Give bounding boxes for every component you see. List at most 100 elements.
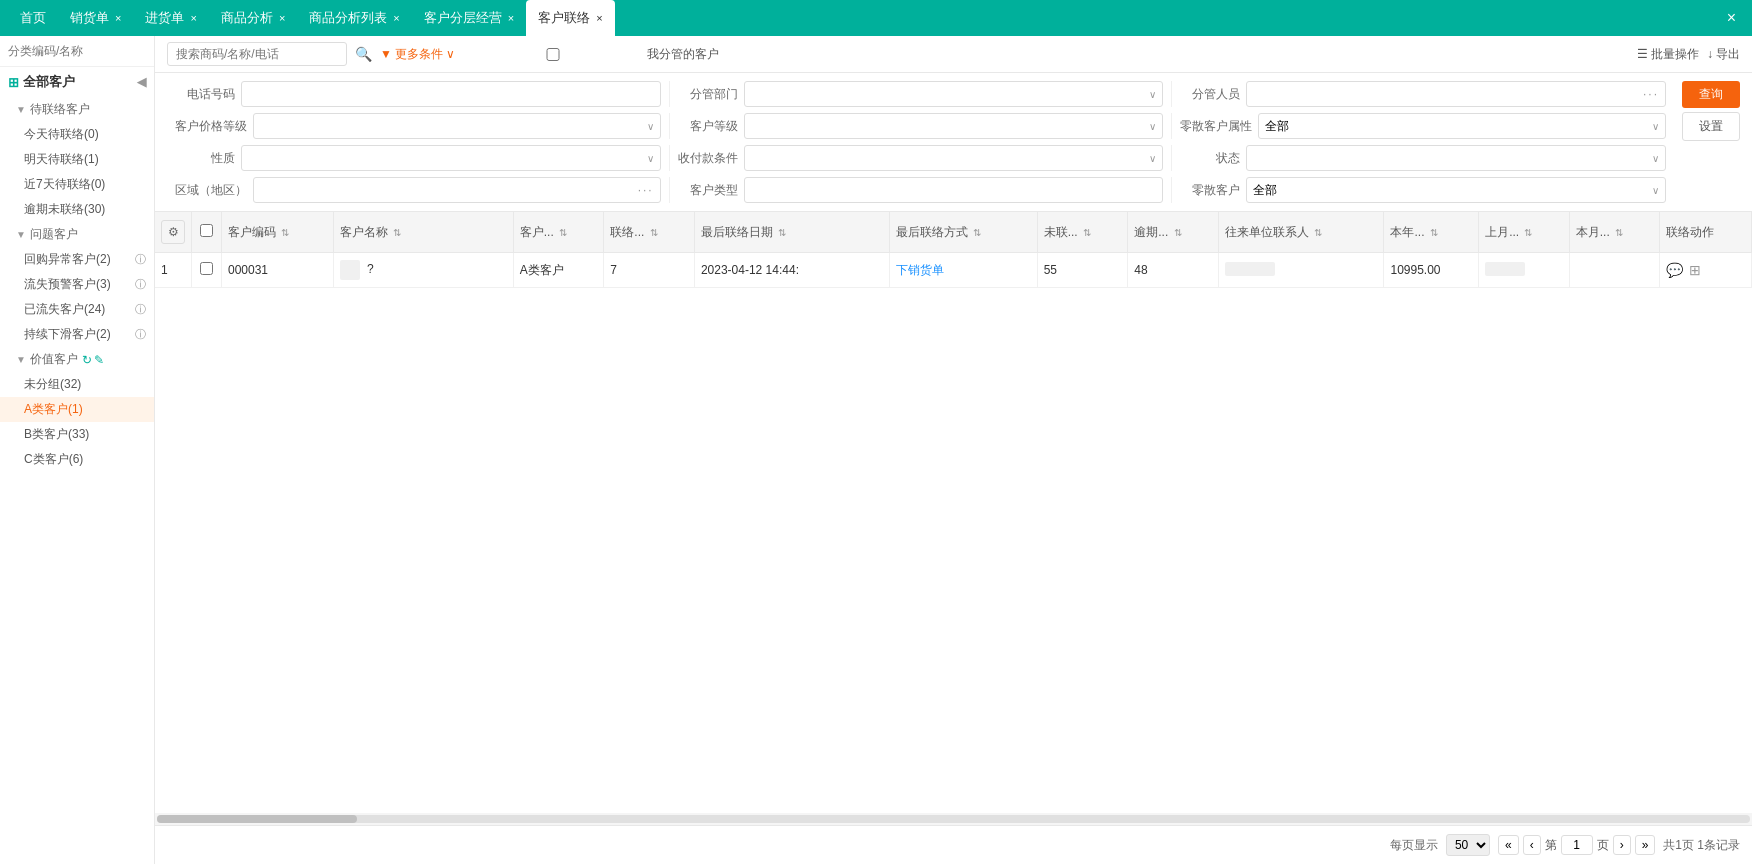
horizontal-scrollbar[interactable] [155, 813, 1752, 825]
retail-select[interactable]: 全部 ∨ [1246, 177, 1666, 203]
last-method-link[interactable]: 下销货单 [896, 263, 944, 277]
refresh-icon[interactable]: ↻ [82, 353, 92, 367]
sidebar-item-7days[interactable]: 近7天待联络(0) [0, 172, 154, 197]
sort-overdue-icon: ⇅ [1174, 227, 1182, 238]
edit-icon[interactable]: ✎ [94, 353, 104, 367]
col-overdue[interactable]: 逾期... ⇅ [1128, 212, 1219, 253]
select-all-checkbox[interactable] [200, 224, 213, 237]
price-level-select[interactable]: ∨ [253, 113, 661, 139]
col-no: ⚙ [155, 212, 192, 253]
sidebar-item-today[interactable]: 今天待联络(0) [0, 122, 154, 147]
message-icon[interactable]: 💬 [1666, 262, 1683, 278]
sidebar-group-value[interactable]: ▼ 价值客户 ↻ ✎ [0, 347, 154, 372]
payment-arrow-icon: ∨ [1149, 153, 1156, 164]
col-last-month[interactable]: 上月... ⇅ [1479, 212, 1570, 253]
sidebar-item-a-class[interactable]: A类客户(1) [0, 397, 154, 422]
close-tab-purchase[interactable]: × [190, 12, 196, 24]
page-info: 共1页 1条记录 [1663, 837, 1740, 854]
retail-attr-select[interactable]: 全部 ∨ [1258, 113, 1666, 139]
nav-tab-purchase[interactable]: 进货单 × [133, 0, 208, 36]
nav-tab-customer-contact[interactable]: 客户联络 × [526, 0, 614, 36]
sidebar-item-repurchase-abnormal[interactable]: 回购异常客户(2) ⓘ [0, 247, 154, 272]
col-last-method[interactable]: 最后联络方式 ⇅ [890, 212, 1038, 253]
nav-tab-sales[interactable]: 销货单 × [58, 0, 133, 36]
page-size-select[interactable]: 50 [1446, 834, 1490, 856]
link-icon[interactable]: ⊞ [1689, 262, 1701, 278]
col-this-year[interactable]: 本年... ⇅ [1384, 212, 1479, 253]
dept-select[interactable]: ∨ [744, 81, 1164, 107]
status-select[interactable]: ∨ [1246, 145, 1666, 171]
search-btn-icon[interactable]: 🔍 [355, 46, 372, 62]
nature-select[interactable]: ∨ [241, 145, 661, 171]
col-this-month[interactable]: 本月... ⇅ [1569, 212, 1660, 253]
batch-op-btn[interactable]: ☰ 批量操作 [1637, 46, 1699, 63]
close-tab-customer-contact[interactable]: × [596, 12, 602, 24]
setting-btn[interactable]: 设置 [1682, 112, 1740, 141]
manager-dots-icon[interactable]: ··· [1643, 87, 1659, 101]
my-customers-checkbox[interactable]: 我分管的客户 [463, 46, 719, 63]
region-input[interactable]: ··· [253, 177, 661, 203]
close-tab-customer-segment[interactable]: × [508, 12, 514, 24]
sort-type-icon: ⇅ [559, 227, 567, 238]
row-select-checkbox[interactable] [200, 262, 213, 275]
row-no: 1 [155, 253, 192, 288]
sidebar-all-customers[interactable]: ⊞ 全部客户 ◀ [0, 67, 154, 97]
col-unit-contact[interactable]: 往来单位联系人 ⇅ [1218, 212, 1384, 253]
dept-arrow-icon: ∨ [1149, 89, 1156, 100]
my-customers-check[interactable] [463, 48, 643, 61]
query-btn[interactable]: 查询 [1682, 81, 1740, 108]
price-level-label: 客户价格等级 [175, 118, 247, 135]
col-code[interactable]: 客户编码 ⇅ [222, 212, 334, 253]
customer-level-select[interactable]: ∨ [744, 113, 1164, 139]
filter-more-btn[interactable]: ▼ 更多条件 ∨ [380, 46, 455, 63]
nav-tab-customer-segment[interactable]: 客户分层经营 × [412, 0, 526, 36]
close-tab-product-analysis[interactable]: × [279, 12, 285, 24]
filter-icon: ▼ [380, 47, 392, 61]
info-icon-1: ⓘ [135, 277, 146, 292]
phone-input[interactable] [241, 81, 661, 107]
sidebar-collapse-btn[interactable]: ◀ [137, 75, 146, 89]
close-all-btn[interactable]: × [1719, 9, 1744, 27]
sidebar-item-declining[interactable]: 持续下滑客户(2) ⓘ [0, 322, 154, 347]
sidebar-item-c-class[interactable]: C类客户(6) [0, 447, 154, 472]
close-tab-sales[interactable]: × [115, 12, 121, 24]
close-tab-product-list[interactable]: × [393, 12, 399, 24]
search-input[interactable] [167, 42, 347, 66]
first-page-btn[interactable]: « [1498, 835, 1519, 855]
sidebar-group-pending[interactable]: ▼ 待联络客户 [0, 97, 154, 122]
export-icon: ↓ [1707, 47, 1713, 61]
sidebar-item-b-class[interactable]: B类客户(33) [0, 422, 154, 447]
sidebar-item-churn-warning[interactable]: 流失预警客户(3) ⓘ [0, 272, 154, 297]
col-contact[interactable]: 联络... ⇅ [604, 212, 695, 253]
row-unit-contact [1218, 253, 1384, 288]
nature-label: 性质 [175, 150, 235, 167]
sidebar-item-tomorrow[interactable]: 明天待联络(1) [0, 147, 154, 172]
nav-tab-product-analysis[interactable]: 商品分析 × [209, 0, 297, 36]
col-uncontact[interactable]: 未联... ⇅ [1037, 212, 1128, 253]
export-btn[interactable]: ↓ 导出 [1707, 46, 1740, 63]
status-label: 状态 [1180, 150, 1240, 167]
filter-right-actions: ☰ 批量操作 ↓ 导出 [1637, 46, 1740, 63]
nav-home[interactable]: 首页 [8, 9, 58, 27]
payment-select[interactable]: ∨ [744, 145, 1164, 171]
col-checkbox [192, 212, 222, 253]
col-type[interactable]: 客户... ⇅ [513, 212, 604, 253]
page-input[interactable] [1561, 835, 1593, 855]
last-page-btn[interactable]: » [1635, 835, 1656, 855]
next-page-btn[interactable]: › [1613, 835, 1631, 855]
col-name[interactable]: 客户名称 ⇅ [333, 212, 513, 253]
page-label: 第 [1545, 837, 1557, 854]
scrollbar-thumb[interactable] [157, 815, 357, 823]
manager-input[interactable]: ··· [1246, 81, 1666, 107]
customer-type-input[interactable] [744, 177, 1164, 203]
nav-tab-product-list[interactable]: 商品分析列表 × [297, 0, 411, 36]
prev-page-btn[interactable]: ‹ [1523, 835, 1541, 855]
region-dots-icon[interactable]: ··· [638, 183, 654, 197]
sidebar-group-problem[interactable]: ▼ 问题客户 [0, 222, 154, 247]
sidebar-search-input[interactable] [8, 44, 155, 58]
sidebar-item-overdue[interactable]: 逾期未联络(30) [0, 197, 154, 222]
table-settings-icon[interactable]: ⚙ [161, 220, 185, 244]
sidebar-item-ungroup[interactable]: 未分组(32) [0, 372, 154, 397]
col-last-date[interactable]: 最后联络日期 ⇅ [694, 212, 889, 253]
sidebar-item-churned[interactable]: 已流失客户(24) ⓘ [0, 297, 154, 322]
